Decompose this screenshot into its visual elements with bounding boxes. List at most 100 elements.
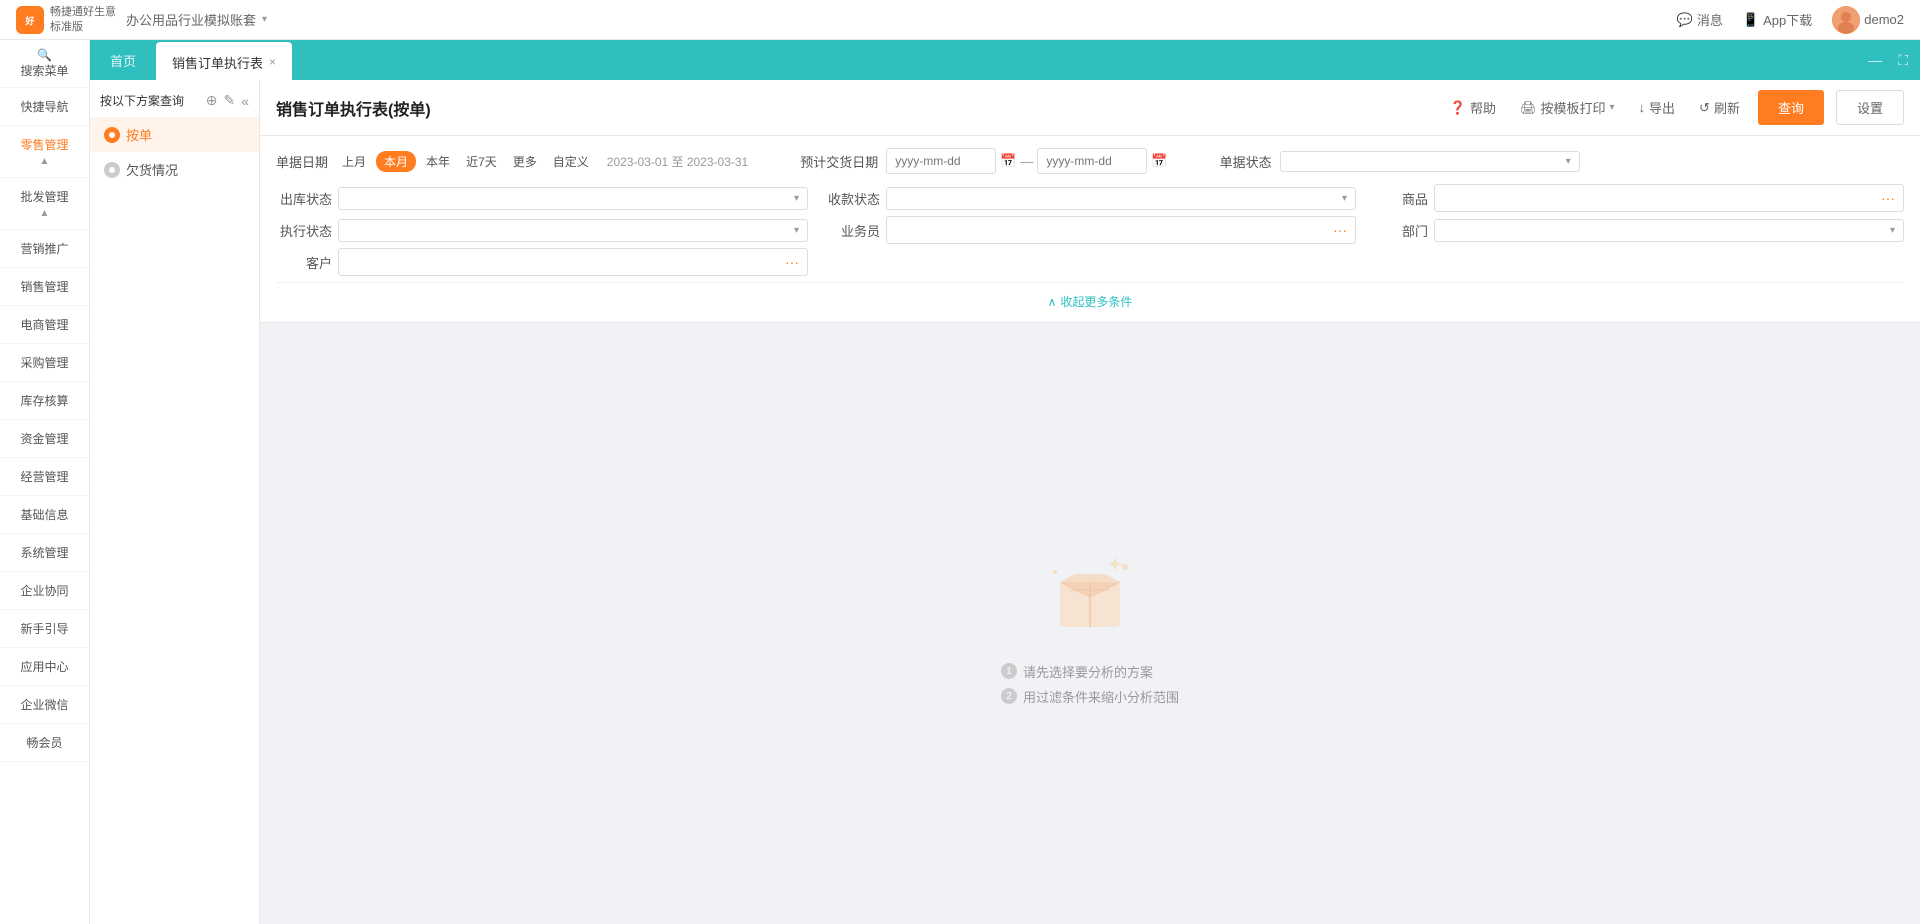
exec-status-dropdown-icon: ▾ bbox=[794, 225, 799, 236]
salesperson-cell: 业务员 ··· bbox=[824, 216, 1356, 244]
sidebar-item-purchase[interactable]: 采购管理 bbox=[0, 344, 89, 382]
enterprise-label: 企业协同 bbox=[20, 582, 68, 599]
payment-cell: 收款状态 ▾ bbox=[824, 184, 1356, 212]
sales-label: 销售管理 bbox=[20, 278, 68, 295]
sidebar-item-newbie[interactable]: 新手引导 bbox=[0, 610, 89, 648]
refresh-button[interactable]: ↺ 刷新 bbox=[1693, 94, 1746, 121]
product-ellipsis-icon[interactable]: ··· bbox=[1881, 190, 1895, 206]
settings-button[interactable]: 设置 bbox=[1836, 90, 1904, 125]
salesperson-input[interactable]: ··· bbox=[886, 216, 1356, 244]
svg-text:好: 好 bbox=[24, 15, 34, 26]
filter-row-3: 执行状态 ▾ 业务员 ··· bbox=[276, 216, 1904, 244]
customer-input[interactable]: ··· bbox=[338, 248, 808, 276]
customer-ellipsis-icon[interactable]: ··· bbox=[785, 254, 799, 270]
message-action[interactable]: 💬 消息 bbox=[1677, 10, 1723, 29]
add-scheme-icon[interactable]: ⊕ bbox=[206, 92, 218, 109]
sidebar-item-appcenter[interactable]: 应用中心 bbox=[0, 648, 89, 686]
date-last7[interactable]: 近7天 bbox=[460, 151, 503, 172]
help-button[interactable]: ❓ 帮助 bbox=[1444, 94, 1502, 121]
date-current-year[interactable]: 本年 bbox=[420, 151, 456, 172]
sidebar-search[interactable]: 🔍 搜索菜单 bbox=[0, 40, 89, 88]
salesperson-ellipsis-icon[interactable]: ··· bbox=[1333, 222, 1347, 238]
query-button[interactable]: 查询 bbox=[1758, 90, 1824, 125]
salesperson-label: 业务员 bbox=[824, 221, 880, 240]
logo-icon: 好 bbox=[16, 6, 44, 34]
outstock-label: 出库状态 bbox=[276, 189, 332, 208]
sidebar-item-system[interactable]: 系统管理 bbox=[0, 534, 89, 572]
sub-menu-follow[interactable]: 按单 bbox=[90, 117, 259, 152]
start-calendar-icon[interactable]: 📅 bbox=[1000, 153, 1016, 169]
tab-maximize-icon[interactable]: ⛶ bbox=[1894, 48, 1912, 73]
message-icon: 💬 bbox=[1677, 12, 1693, 28]
collapse-sidebar-icon[interactable]: « bbox=[241, 93, 249, 109]
department-dropdown-icon: ▾ bbox=[1890, 225, 1895, 236]
sub-sidebar: 按以下方案查询 ⊕ ✎ « 按单 bbox=[90, 80, 260, 924]
tab-close-icon[interactable]: × bbox=[269, 55, 276, 69]
sidebar-item-enterprise[interactable]: 企业协同 bbox=[0, 572, 89, 610]
date-more[interactable]: 更多 bbox=[507, 151, 543, 172]
sidebar-item-member[interactable]: 畅会员 bbox=[0, 724, 89, 762]
edit-scheme-icon[interactable]: ✎ bbox=[223, 92, 235, 109]
expected-end-date[interactable] bbox=[1037, 148, 1147, 174]
tab-bar-actions: — ⛶ bbox=[1864, 48, 1920, 73]
product-input[interactable]: ··· bbox=[1434, 184, 1904, 212]
outstock-select[interactable]: ▾ bbox=[338, 187, 808, 210]
empty-illustration bbox=[1040, 542, 1140, 642]
sidebar-item-ecommerce[interactable]: 电商管理 bbox=[0, 306, 89, 344]
empty-tip-1: 1 请先选择要分析的方案 bbox=[1001, 662, 1179, 681]
user-profile[interactable]: demo2 bbox=[1832, 6, 1904, 34]
date-custom[interactable]: 自定义 bbox=[547, 151, 595, 172]
tab-home[interactable]: 首页 bbox=[90, 40, 156, 80]
sub-sidebar-actions: ⊕ ✎ « bbox=[206, 92, 249, 109]
breadcrumb-arrow-icon[interactable]: ▾ bbox=[262, 14, 267, 25]
empty-state: 1 请先选择要分析的方案 2 用过滤条件来缩小分析范围 bbox=[260, 323, 1920, 924]
sidebar: 🔍 搜索菜单 快捷导航 零售管理 ▲ 批发管理 ▲ 营销推广 销售管理 电商管理… bbox=[0, 40, 90, 924]
print-dropdown-icon: ▾ bbox=[1610, 102, 1615, 113]
sidebar-item-retail[interactable]: 零售管理 ▲ bbox=[0, 126, 89, 178]
outstock-dropdown-icon: ▾ bbox=[794, 193, 799, 204]
tab-active[interactable]: 销售订单执行表 × bbox=[156, 42, 292, 82]
date-last-month[interactable]: 上月 bbox=[336, 151, 372, 172]
collapse-filter-button[interactable]: ∧ 收起更多条件 bbox=[276, 289, 1904, 314]
sidebar-item-sales[interactable]: 销售管理 bbox=[0, 268, 89, 306]
sub-menu-arrears[interactable]: 欠货情况 bbox=[90, 152, 259, 187]
header-left: 好 畅捷通好生意 标准版 办公用品行业模拟账套 ▾ bbox=[16, 5, 267, 34]
wechat-label: 企业微信 bbox=[20, 696, 68, 713]
content-area: 首页 销售订单执行表 × — ⛶ 按以下方案查询 ⊕ ✎ « bbox=[90, 40, 1920, 924]
sidebar-item-marketing[interactable]: 营销推广 bbox=[0, 230, 89, 268]
sidebar-item-quicknav[interactable]: 快捷导航 bbox=[0, 88, 89, 126]
expected-delivery-range: 📅 — 📅 bbox=[886, 148, 1167, 174]
date-current-month[interactable]: 本月 bbox=[376, 151, 416, 172]
tip-num-2: 2 bbox=[1001, 688, 1017, 704]
status-select[interactable]: ▾ bbox=[1280, 151, 1580, 172]
sidebar-item-operations[interactable]: 经营管理 bbox=[0, 458, 89, 496]
marketing-label: 营销推广 bbox=[20, 240, 68, 257]
search-icon: 🔍 bbox=[37, 48, 52, 62]
payment-select[interactable]: ▾ bbox=[886, 187, 1356, 210]
end-calendar-icon[interactable]: 📅 bbox=[1151, 153, 1167, 169]
logo-text: 畅捷通好生意 标准版 bbox=[50, 5, 116, 34]
app-icon: 📱 bbox=[1743, 12, 1759, 28]
expected-start-date[interactable] bbox=[886, 148, 996, 174]
outstock-cell: 出库状态 ▾ bbox=[276, 184, 808, 212]
sidebar-item-finance[interactable]: 资金管理 bbox=[0, 420, 89, 458]
page-actions: ❓ 帮助 🖨 按模板打印 ▾ ↓ 导出 ↺ bbox=[1444, 90, 1904, 125]
sidebar-item-wholesale[interactable]: 批发管理 ▲ bbox=[0, 178, 89, 230]
filter-row-4: 客户 ··· bbox=[276, 248, 1904, 276]
newbie-label: 新手引导 bbox=[20, 620, 68, 637]
breadcrumb-text: 办公用品行业模拟账套 bbox=[126, 10, 256, 29]
exec-status-label: 执行状态 bbox=[276, 221, 332, 240]
template-print-button[interactable]: 🖨 按模板打印 ▾ bbox=[1514, 94, 1621, 121]
basic-label: 基础信息 bbox=[20, 506, 68, 523]
tab-minimize-icon[interactable]: — bbox=[1864, 48, 1886, 72]
header-right: 💬 消息 📱 App下载 demo2 bbox=[1677, 6, 1904, 34]
sub-sidebar-header: 按以下方案查询 ⊕ ✎ « bbox=[90, 88, 259, 117]
sidebar-item-basic[interactable]: 基础信息 bbox=[0, 496, 89, 534]
sidebar-item-wechat[interactable]: 企业微信 bbox=[0, 686, 89, 724]
filter-row-1: 单据日期 上月 本月 本年 近7天 更多 自定义 2023-03-01 至 20… bbox=[276, 148, 1904, 174]
exec-status-select[interactable]: ▾ bbox=[338, 219, 808, 242]
export-button[interactable]: ↓ 导出 bbox=[1633, 94, 1682, 121]
department-select[interactable]: ▾ bbox=[1434, 219, 1904, 242]
app-download-action[interactable]: 📱 App下载 bbox=[1743, 10, 1812, 29]
sidebar-item-inventory[interactable]: 库存核算 bbox=[0, 382, 89, 420]
